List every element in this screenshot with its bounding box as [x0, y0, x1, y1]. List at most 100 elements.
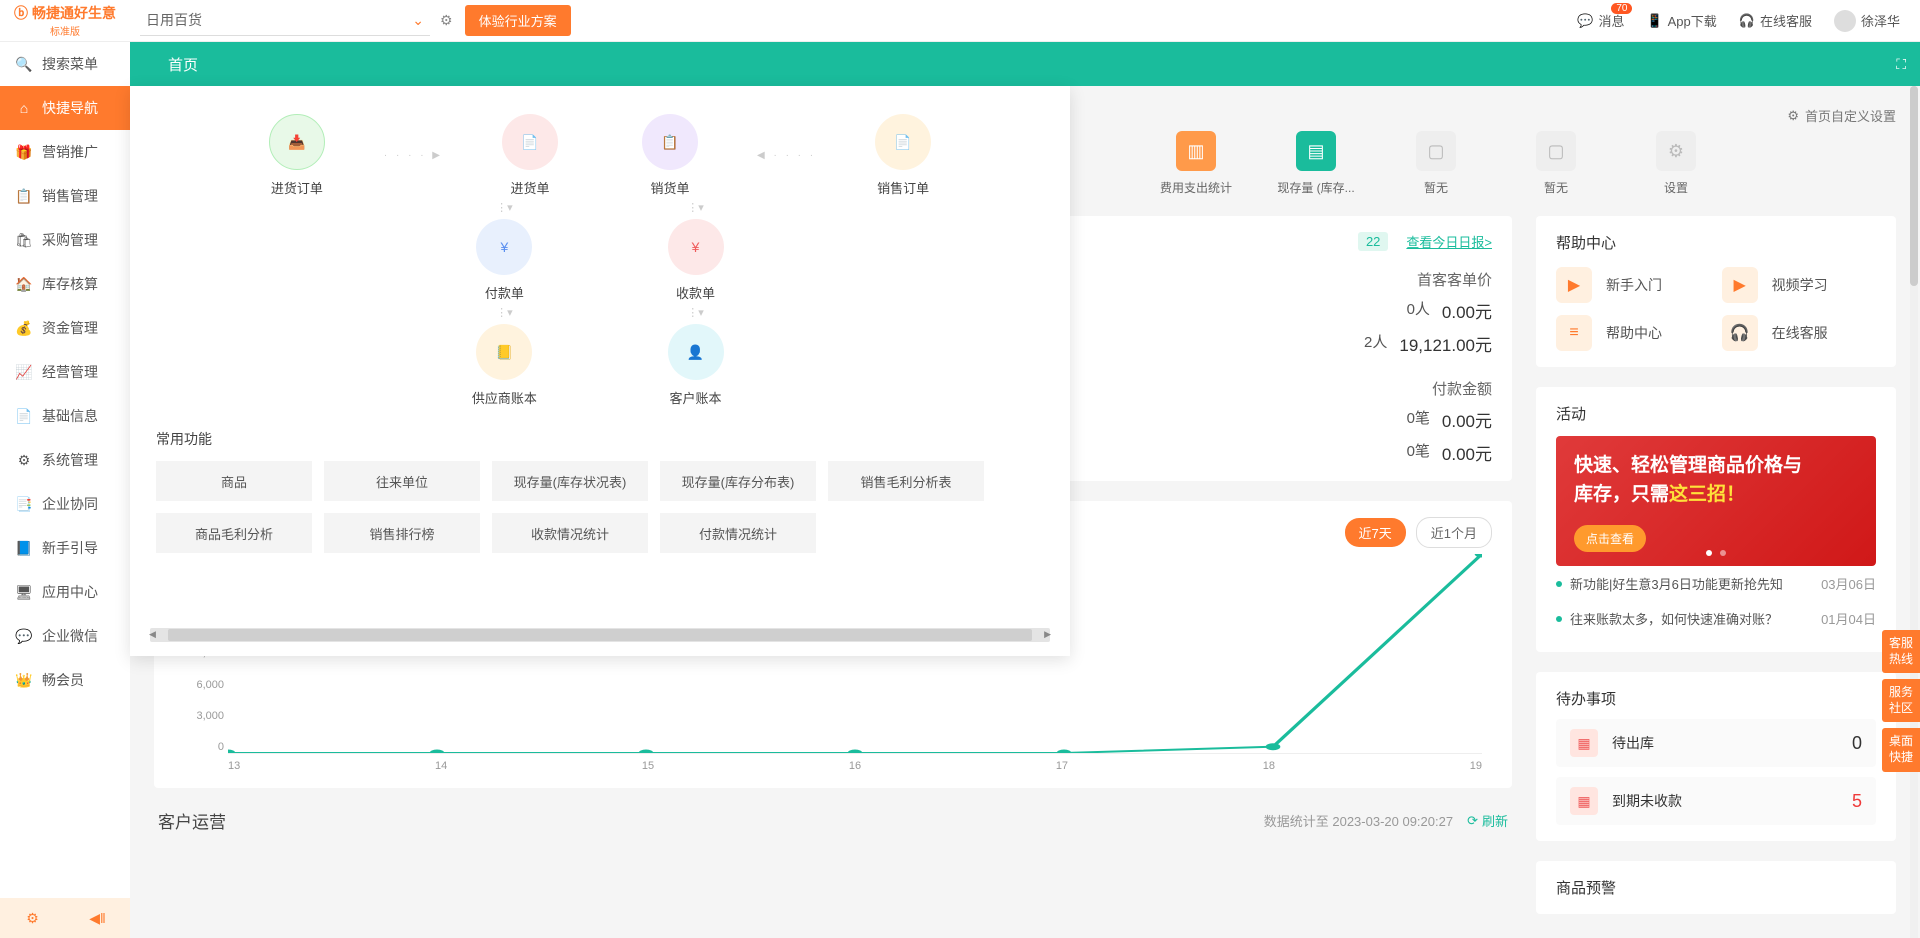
warn-panel: 商品预警	[1536, 861, 1896, 914]
daily-report-link[interactable]: 查看今日日报>	[1406, 232, 1492, 251]
sidebar-item[interactable]: ⚙系统管理	[0, 438, 130, 482]
sidebar-item[interactable]: 📄基础信息	[0, 394, 130, 438]
tile-icon: ▢	[1536, 131, 1576, 171]
chip-7d[interactable]: 近7天	[1345, 518, 1406, 547]
common-func-button[interactable]: 销售排行榜	[324, 513, 480, 553]
menu-icon: 📋	[16, 188, 32, 204]
banner-cta-button[interactable]: 点击查看	[1574, 525, 1646, 552]
tile[interactable]: ▢暂无	[1396, 131, 1476, 196]
node-customer-ledger[interactable]: 👤客户账本	[651, 324, 741, 407]
node-payment[interactable]: ¥付款单	[459, 219, 549, 302]
help-icon: ▶	[1556, 267, 1592, 303]
menu-icon: 🔍	[16, 56, 32, 72]
try-plan-button[interactable]: 体验行业方案	[465, 5, 571, 36]
menu-icon: 📑	[16, 496, 32, 512]
flow-arrow-icon: · · · · ▶	[384, 150, 443, 161]
flow-down-icon: ⋮▾	[687, 306, 704, 320]
help-item[interactable]: 🎧在线客服	[1722, 315, 1876, 351]
quicknav-popup: 📥进货订单 · · · · ▶ 📄进货单 ⋮▾ ¥付款单 ⋮▾ 📒供应商账本 📋…	[130, 86, 1070, 656]
fullscreen-button[interactable]: ⛶	[1896, 56, 1920, 73]
category-select[interactable]: 日用百货 ⌄	[140, 6, 430, 36]
help-item[interactable]: ▶视频学习	[1722, 267, 1876, 303]
tab-home[interactable]: 首页	[150, 42, 216, 86]
tile[interactable]: ▥费用支出统计	[1156, 131, 1236, 196]
common-func-button[interactable]: 现存量(库存分布表)	[660, 461, 816, 501]
sidebar-item[interactable]: 📈经营管理	[0, 350, 130, 394]
sidebar-item[interactable]: 📋销售管理	[0, 174, 130, 218]
collapse-icon: ◀‖	[89, 910, 106, 927]
refresh-icon: ⟳	[1467, 813, 1478, 829]
chip-1m[interactable]: 近1个月	[1416, 517, 1492, 548]
node-sales-out[interactable]: 📋销货单	[625, 114, 715, 197]
node-purchase-in[interactable]: 📄进货单	[485, 114, 575, 197]
sidebar-item[interactable]: 🏠库存核算	[0, 262, 130, 306]
warn-title: 商品预警	[1556, 877, 1876, 898]
sidebar-item[interactable]: 💬企业微信	[0, 614, 130, 658]
sidebar-item[interactable]: ⌂快捷导航	[0, 86, 130, 130]
todo-item[interactable]: ▦到期未收款5	[1556, 777, 1876, 825]
sidebar-item[interactable]: 🖥应用中心	[0, 570, 130, 614]
tile-icon: ▢	[1416, 131, 1456, 171]
collapse-button[interactable]: ◀‖	[65, 898, 130, 938]
todo-icon: ▦	[1570, 729, 1598, 757]
tile[interactable]: ⚙设置	[1636, 131, 1716, 196]
node-purchase-order[interactable]: 📥进货订单	[252, 114, 342, 197]
menu-icon: 📈	[16, 364, 32, 380]
sidebar-footer: ⚙ ◀‖	[0, 898, 130, 938]
money-icon: ¥	[668, 219, 724, 275]
help-title: 帮助中心	[1556, 232, 1876, 253]
sidebar-item-label: 营销推广	[42, 142, 98, 162]
activity-banner[interactable]: 快速、轻松管理商品价格与 库存，只需这三招！ 点击查看	[1556, 436, 1876, 566]
common-func-button[interactable]: 往来单位	[324, 461, 480, 501]
sidebar-item[interactable]: 🛍采购管理	[0, 218, 130, 262]
float-shortcut[interactable]: 桌面快捷	[1882, 728, 1920, 771]
app-download-button[interactable]: 📱App下载	[1646, 11, 1716, 30]
sidebar-item-label: 资金管理	[42, 318, 98, 338]
sidebar-item[interactable]: 📘新手引导	[0, 526, 130, 570]
node-receipt[interactable]: ¥收款单	[651, 219, 741, 302]
help-panel: 帮助中心 ▶新手入门 ▶视频学习 ≡帮助中心 🎧在线客服	[1536, 216, 1896, 367]
help-item[interactable]: ≡帮助中心	[1556, 315, 1710, 351]
flow-down-icon: ⋮▾	[687, 201, 704, 215]
common-func-button[interactable]: 收款情况统计	[492, 513, 648, 553]
common-func-button[interactable]: 销售毛利分析表	[828, 461, 984, 501]
sidebar-item-label: 快捷导航	[42, 98, 98, 118]
scrollbar[interactable]	[1910, 86, 1918, 938]
sidebar-item-label: 新手引导	[42, 538, 98, 558]
menu-icon: ⚙	[16, 452, 32, 468]
flow-down-icon: ⋮▾	[496, 201, 513, 215]
online-service-button[interactable]: 🎧在线客服	[1739, 11, 1812, 30]
help-icon: ≡	[1556, 315, 1592, 351]
expand-icon: ⛶	[1896, 56, 1906, 72]
news-item[interactable]: 新功能|好生意3月6日功能更新抢先知03月06日	[1556, 566, 1876, 601]
activity-title: 活动	[1556, 403, 1876, 424]
messages-button[interactable]: 💬消息 70	[1577, 11, 1624, 30]
sidebar-item[interactable]: 🔍搜索菜单	[0, 42, 130, 86]
sidebar-item[interactable]: 💰资金管理	[0, 306, 130, 350]
tile[interactable]: ▤现存量 (库存...	[1276, 131, 1356, 196]
tile-label: 暂无	[1544, 179, 1568, 196]
sidebar-item[interactable]: 🎁 营销推广	[0, 130, 130, 174]
node-sales-order[interactable]: 📄销售订单	[858, 114, 948, 197]
sidebar-item[interactable]: 👑畅会员	[0, 658, 130, 702]
common-func-button[interactable]: 商品	[156, 461, 312, 501]
flow-down-icon: ⋮▾	[496, 306, 513, 320]
menu-icon: 🖥	[16, 584, 32, 600]
node-supplier-ledger[interactable]: 📒供应商账本	[459, 324, 549, 407]
menu-icon: 🎁	[16, 144, 32, 160]
common-func-button[interactable]: 付款情况统计	[660, 513, 816, 553]
float-hotline[interactable]: 客服热线	[1882, 630, 1920, 673]
refresh-button[interactable]: ⟳刷新	[1467, 811, 1508, 830]
settings-button[interactable]: ⚙	[0, 898, 65, 938]
user-menu[interactable]: 徐泽华	[1834, 10, 1900, 32]
tile[interactable]: ▢ 暂无	[1516, 131, 1596, 196]
todo-item[interactable]: ▦待出库0	[1556, 719, 1876, 767]
gear-icon[interactable]: ⚙	[440, 12, 453, 29]
sidebar-item[interactable]: 📑企业协同	[0, 482, 130, 526]
float-community[interactable]: 服务社区	[1882, 679, 1920, 722]
common-func-button[interactable]: 商品毛利分析	[156, 513, 312, 553]
help-item[interactable]: ▶新手入门	[1556, 267, 1710, 303]
horizontal-scrollbar[interactable]	[150, 628, 1050, 642]
common-func-button[interactable]: 现存量(库存状况表)	[492, 461, 648, 501]
news-item[interactable]: 往来账款太多，如何快速准确对账？01月04日	[1556, 601, 1876, 636]
